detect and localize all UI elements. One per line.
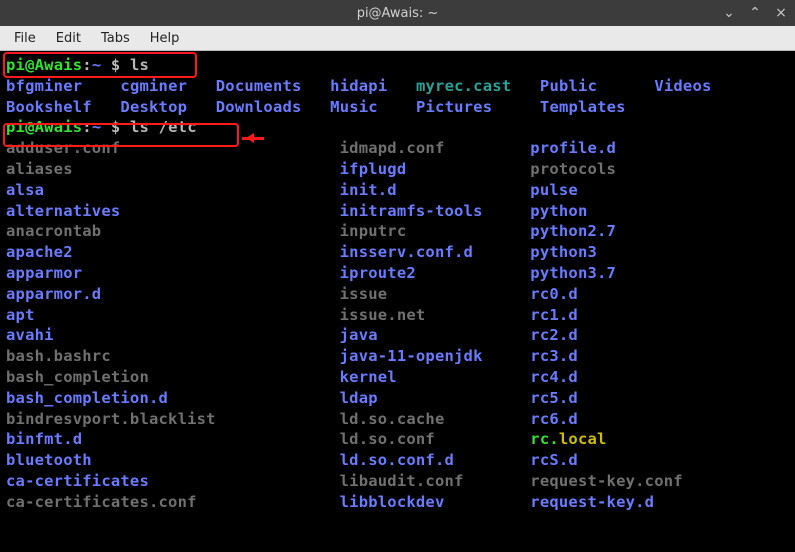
ls-etc-entry: insserv.conf.d [340, 243, 473, 261]
prompt-user-2: pi [6, 118, 25, 136]
prompt-host-1: Awais [35, 56, 83, 74]
ls-etc-entry: python3.7 [530, 264, 616, 282]
ls-etc-entry: idmapd.conf [340, 139, 445, 157]
ls-etc-entry-extra: local [559, 430, 607, 448]
ls-etc-entry: alternatives [6, 202, 120, 220]
ls-home-entry: Public [540, 77, 597, 95]
close-button[interactable]: × [773, 5, 789, 21]
ls-etc-entry: adduser.conf [6, 139, 120, 157]
prompt-colon-1: : [82, 56, 92, 74]
menu-file[interactable]: File [4, 28, 46, 49]
titlebar: pi@Awais: ~ ⌄ ⌃ × [0, 0, 795, 26]
maximize-button[interactable]: ⌃ [747, 5, 763, 21]
ls-etc-entry: ifplugd [340, 160, 407, 178]
ls-etc-entry: java [340, 326, 378, 344]
ls-home-entry: Pictures [416, 98, 492, 116]
prompt-path-1: ~ [92, 56, 102, 74]
ls-etc-entry: bash_completion.d [6, 389, 168, 407]
prompt-path-2: ~ [92, 118, 102, 136]
ls-etc-entry: rcS.d [530, 451, 578, 469]
ls-etc-entry: avahi [6, 326, 54, 344]
ls-etc-entry: java-11-openjdk [340, 347, 483, 365]
window-title: pi@Awais: ~ [357, 6, 439, 21]
ls-etc-entry: rc5.d [530, 389, 578, 407]
ls-etc-entry: rc3.d [530, 347, 578, 365]
ls-etc-entry: ld.so.cache [340, 410, 445, 428]
prompt-cmd-2: ls /etc [130, 118, 197, 136]
menu-help[interactable]: Help [140, 28, 190, 49]
ls-etc-entry: ld.so.conf [340, 430, 435, 448]
prompt-host-2: Awais [35, 118, 83, 136]
ls-home-entry: Bookshelf [6, 98, 92, 116]
ls-etc-entry: pulse [530, 181, 578, 199]
ls-etc-entry: request-key.conf [530, 472, 683, 490]
ls-home-entry: myrec.cast [416, 77, 511, 95]
ls-etc-entry: bash.bashrc [6, 347, 111, 365]
prompt-user-1: pi [6, 56, 25, 74]
terminal[interactable]: pi@Awais:~ $ ls bfgminer cgminer Documen… [0, 51, 795, 552]
ls-etc-entry: rc6.d [530, 410, 578, 428]
ls-etc-entry: rc0.d [530, 285, 578, 303]
window-controls: ⌄ ⌃ × [721, 5, 789, 21]
ls-etc-entry: apt [6, 306, 35, 324]
ls-etc-entry: protocols [530, 160, 616, 178]
ls-etc-entry: apache2 [6, 243, 73, 261]
ls-etc-entry: ca-certificates.conf [6, 493, 197, 511]
ls-etc-entry: libaudit.conf [340, 472, 464, 490]
ls-etc-entry: rc1.d [530, 306, 578, 324]
ls-etc-entry: apparmor.d [6, 285, 101, 303]
ls-etc-entry: python2.7 [530, 222, 616, 240]
ls-etc-entry: init.d [340, 181, 397, 199]
prompt-dollar-1: $ [101, 56, 130, 74]
ls-etc-entry: kernel [340, 368, 397, 386]
prompt-at-2: @ [25, 118, 35, 136]
ls-etc-entry: request-key.d [530, 493, 654, 511]
ls-etc-entry: ld.so.conf.d [340, 451, 454, 469]
ls-etc-entry: aliases [6, 160, 73, 178]
prompt-colon-2: : [82, 118, 92, 136]
ls-etc-entry: issue [340, 285, 388, 303]
prompt-at-1: @ [25, 56, 35, 74]
ls-home-entry: hidapi [330, 77, 387, 95]
ls-etc-entry: bash_completion [6, 368, 149, 386]
ls-home-entry: Templates [540, 98, 626, 116]
ls-home-entry: Music [330, 98, 378, 116]
ls-etc-entry: bindresvport.blacklist [6, 410, 216, 428]
ls-home-entry: cgminer [120, 77, 187, 95]
ls-etc-entry: binfmt.d [6, 430, 82, 448]
menu-edit[interactable]: Edit [46, 28, 91, 49]
ls-home-entry: Documents [216, 77, 302, 95]
prompt-cmd-1: ls [130, 56, 149, 74]
ls-etc-entry: libblockdev [340, 493, 445, 511]
menubar: File Edit Tabs Help [0, 26, 795, 51]
ls-etc-entry: issue.net [340, 306, 426, 324]
ls-etc-entry: rc4.d [530, 368, 578, 386]
ls-etc-entry: python [530, 202, 587, 220]
ls-etc-entry: python3 [530, 243, 597, 261]
ls-etc-entry: profile.d [530, 139, 616, 157]
ls-etc-entry: apparmor [6, 264, 82, 282]
ls-etc-entry: ldap [340, 389, 378, 407]
minimize-button[interactable]: ⌄ [721, 5, 737, 21]
ls-etc-entry: iproute2 [340, 264, 416, 282]
ls-etc-entry: inputrc [340, 222, 407, 240]
ls-etc-entry: initramfs-tools [340, 202, 483, 220]
ls-etc-entry: rc2.d [530, 326, 578, 344]
ls-home-entry: bfgminer [6, 77, 82, 95]
prompt-dollar-2: $ [101, 118, 130, 136]
ls-home-entry: Desktop [120, 98, 187, 116]
ls-etc-entry: bluetooth [6, 451, 92, 469]
ls-etc-entry: ca-certificates [6, 472, 149, 490]
ls-home-entry: Videos [654, 77, 711, 95]
ls-home-entry: Downloads [216, 98, 302, 116]
ls-etc-entry: alsa [6, 181, 44, 199]
menu-tabs[interactable]: Tabs [91, 28, 140, 49]
ls-etc-entry: anacrontab [6, 222, 101, 240]
ls-etc-entry: rc. [530, 430, 559, 448]
